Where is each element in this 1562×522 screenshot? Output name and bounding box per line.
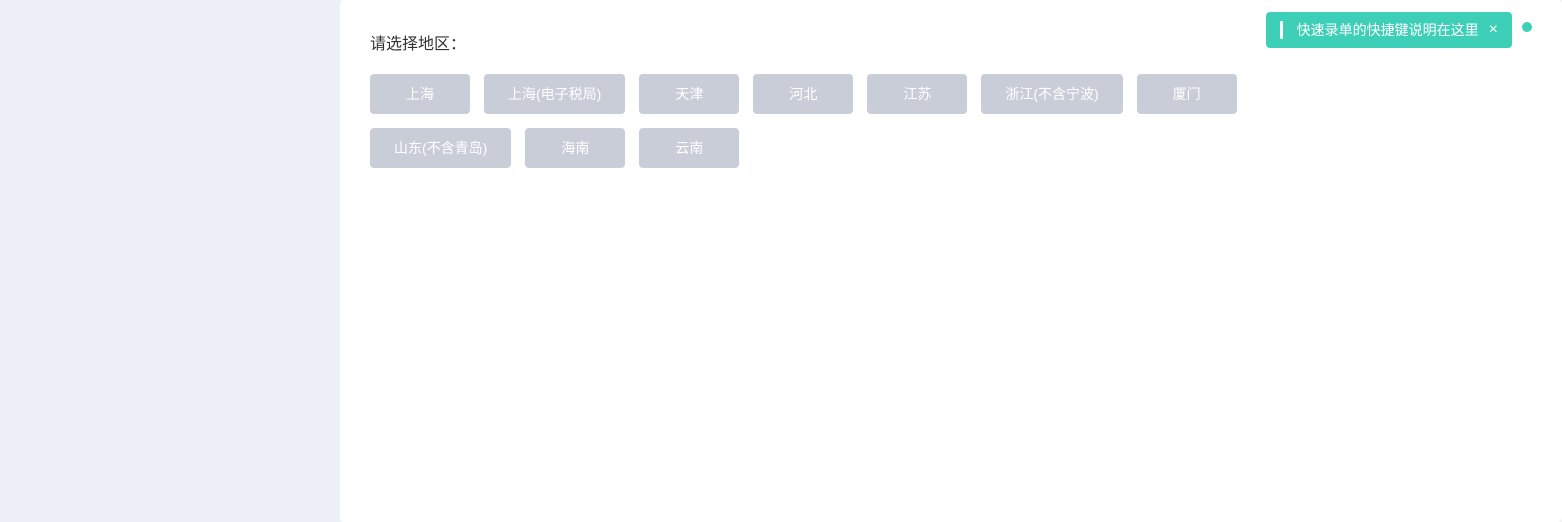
main-content: 请选择地区： 上海上海(电子税局)天津河北江苏浙江(不含宁波)厦门 山东(不含青…	[340, 0, 1562, 522]
region-btn-zhejiang[interactable]: 浙江(不含宁波)	[981, 74, 1122, 114]
region-buttons-container: 上海上海(电子税局) 天津河北江苏浙江(不含宁波) 厦门 山东(不含青岛) 海南云南	[340, 74, 1562, 168]
tooltip-close-button[interactable]: ×	[1489, 22, 1498, 38]
region-btn-hebei[interactable]: 河北	[753, 74, 853, 114]
btn-row-2: 山东(不含青岛) 海南云南	[370, 128, 1237, 168]
region-btn-tianjin[interactable]: 天津	[639, 74, 739, 114]
region-btn-xiamen[interactable]: 厦门	[1137, 74, 1237, 114]
tooltip-dot	[1522, 22, 1532, 32]
btn-row-1: 上海上海(电子税局) 天津河北江苏浙江(不含宁波) 厦门	[370, 74, 1237, 114]
region-btn-shandong[interactable]: 山东(不含青岛)	[370, 128, 511, 168]
region-btn-hainan[interactable]: 海南	[525, 128, 625, 168]
region-btn-jiangsu[interactable]: 江苏	[867, 74, 967, 114]
rows-container: 上海上海(电子税局) 天津河北江苏浙江(不含宁波) 厦门 山东(不含青岛) 海南云南	[370, 74, 1237, 168]
sidebar	[0, 0, 340, 522]
tooltip-text: 快速录单的快捷键说明在这里	[1297, 20, 1479, 40]
tooltip-banner: 快速录单的快捷键说明在这里 ×	[1266, 12, 1512, 48]
region-btn-shanghai-etax[interactable]: 上海(电子税局)	[484, 74, 625, 114]
region-btn-yunnan[interactable]: 云南	[639, 128, 739, 168]
region-btn-shanghai[interactable]: 上海	[370, 74, 470, 114]
